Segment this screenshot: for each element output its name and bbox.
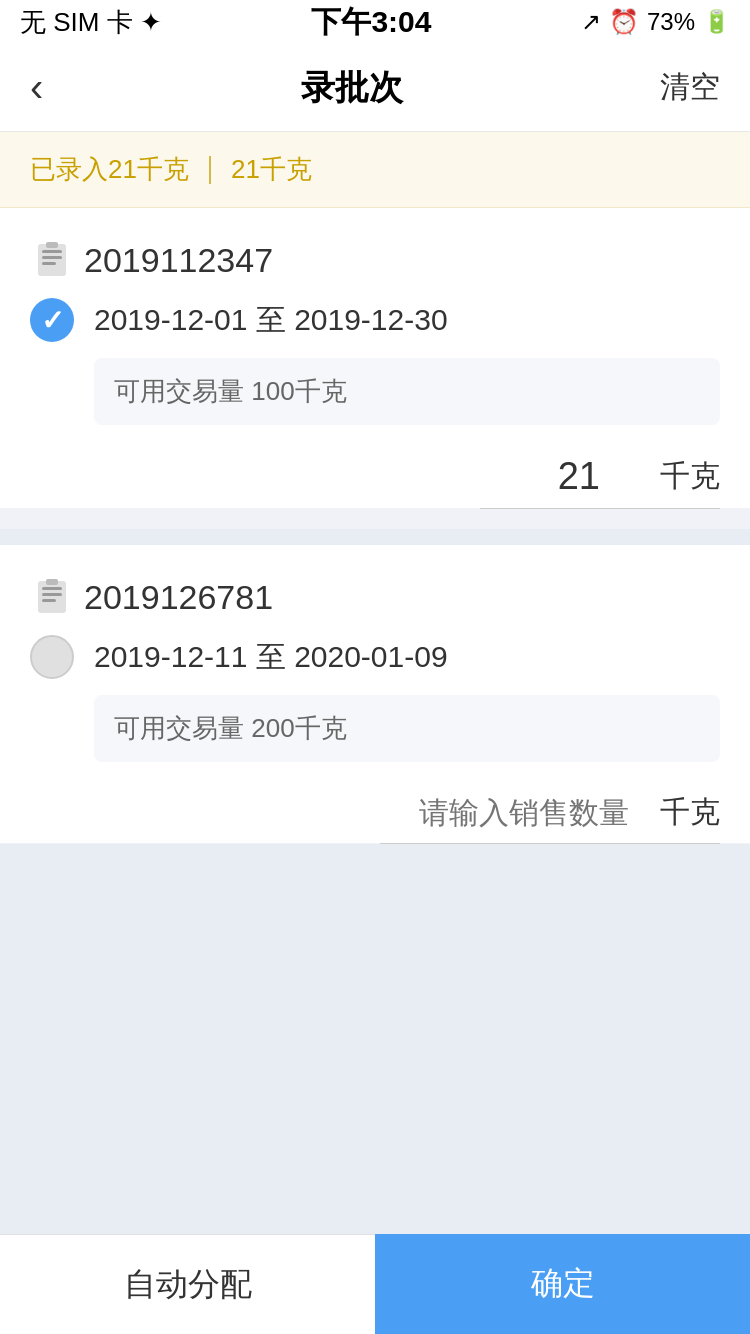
status-left: 无 SIM 卡 ✦: [20, 5, 162, 40]
batch1-number: 2019112347: [84, 241, 273, 280]
batch1-available: 可用交易量 100千克: [94, 358, 720, 425]
batch1-date-row: ✓ 2019-12-01 至 2019-12-30: [30, 298, 720, 342]
svg-rect-3: [42, 262, 56, 265]
batch1-quantity-value: 21: [558, 455, 600, 498]
check-icon: ✓: [41, 304, 64, 337]
batch2-date-row: 2019-12-11 至 2020-01-09: [30, 635, 720, 679]
batch1-quantity-row: 21 千克: [0, 435, 750, 508]
auto-distribute-button[interactable]: 自动分配: [0, 1234, 375, 1334]
status-right: ↗ ⏰ 73% 🔋: [581, 8, 730, 36]
svg-rect-0: [38, 244, 66, 276]
svg-rect-5: [38, 581, 66, 613]
back-button[interactable]: ‹: [30, 65, 43, 110]
confirm-button[interactable]: 确定: [375, 1234, 750, 1334]
svg-rect-6: [42, 587, 62, 590]
batch1-quantity-unit: 千克: [660, 456, 720, 497]
svg-rect-7: [42, 593, 62, 596]
batch1-date-range: 2019-12-01 至 2019-12-30: [94, 300, 448, 341]
info-divider: [209, 156, 211, 184]
batch1-card: 2019112347 ✓ 2019-12-01 至 2019-12-30 可用交…: [0, 208, 750, 435]
batch1-header: 2019112347: [30, 238, 720, 282]
svg-rect-8: [42, 599, 56, 602]
batch2-number: 2019126781: [84, 578, 273, 617]
page-title: 录批次: [301, 65, 403, 111]
battery-icon: 🔋: [703, 9, 730, 35]
sim-label: 无 SIM 卡 ✦: [20, 5, 162, 40]
svg-rect-2: [42, 256, 62, 259]
clear-button[interactable]: 清空: [660, 67, 720, 108]
info-bar: 已录入21千克 21千克: [0, 132, 750, 208]
svg-rect-4: [46, 242, 58, 248]
alarm-icon: ⏰: [609, 8, 639, 36]
batch2-header: 2019126781: [30, 575, 720, 619]
batch2-input-row: 千克: [0, 772, 750, 843]
batch2-radio[interactable]: [30, 635, 74, 679]
batch2-input-unit: 千克: [660, 792, 720, 833]
batch2-date-range: 2019-12-11 至 2020-01-09: [94, 637, 448, 678]
section-divider: [0, 529, 750, 545]
batch2-icon: [30, 575, 74, 619]
status-bar: 无 SIM 卡 ✦ 下午3:04 ↗ ⏰ 73% 🔋: [0, 0, 750, 44]
battery-label: 73%: [647, 8, 695, 36]
batch1-radio[interactable]: ✓: [30, 298, 74, 342]
batch2-quantity-input[interactable]: [384, 796, 644, 830]
batch1-icon: [30, 238, 74, 282]
nav-bar: ‹ 录批次 清空: [0, 44, 750, 132]
bottom-bar: 自动分配 确定: [0, 1234, 750, 1334]
amount-label: 21千克: [231, 152, 312, 187]
batch2-card: 2019126781 2019-12-11 至 2020-01-09 可用交易量…: [0, 545, 750, 772]
location-icon: ↗: [581, 8, 601, 36]
svg-rect-9: [46, 579, 58, 585]
status-time: 下午3:04: [311, 2, 431, 43]
recorded-label: 已录入21千克: [30, 152, 189, 187]
batch2-available: 可用交易量 200千克: [94, 695, 720, 762]
svg-rect-1: [42, 250, 62, 253]
